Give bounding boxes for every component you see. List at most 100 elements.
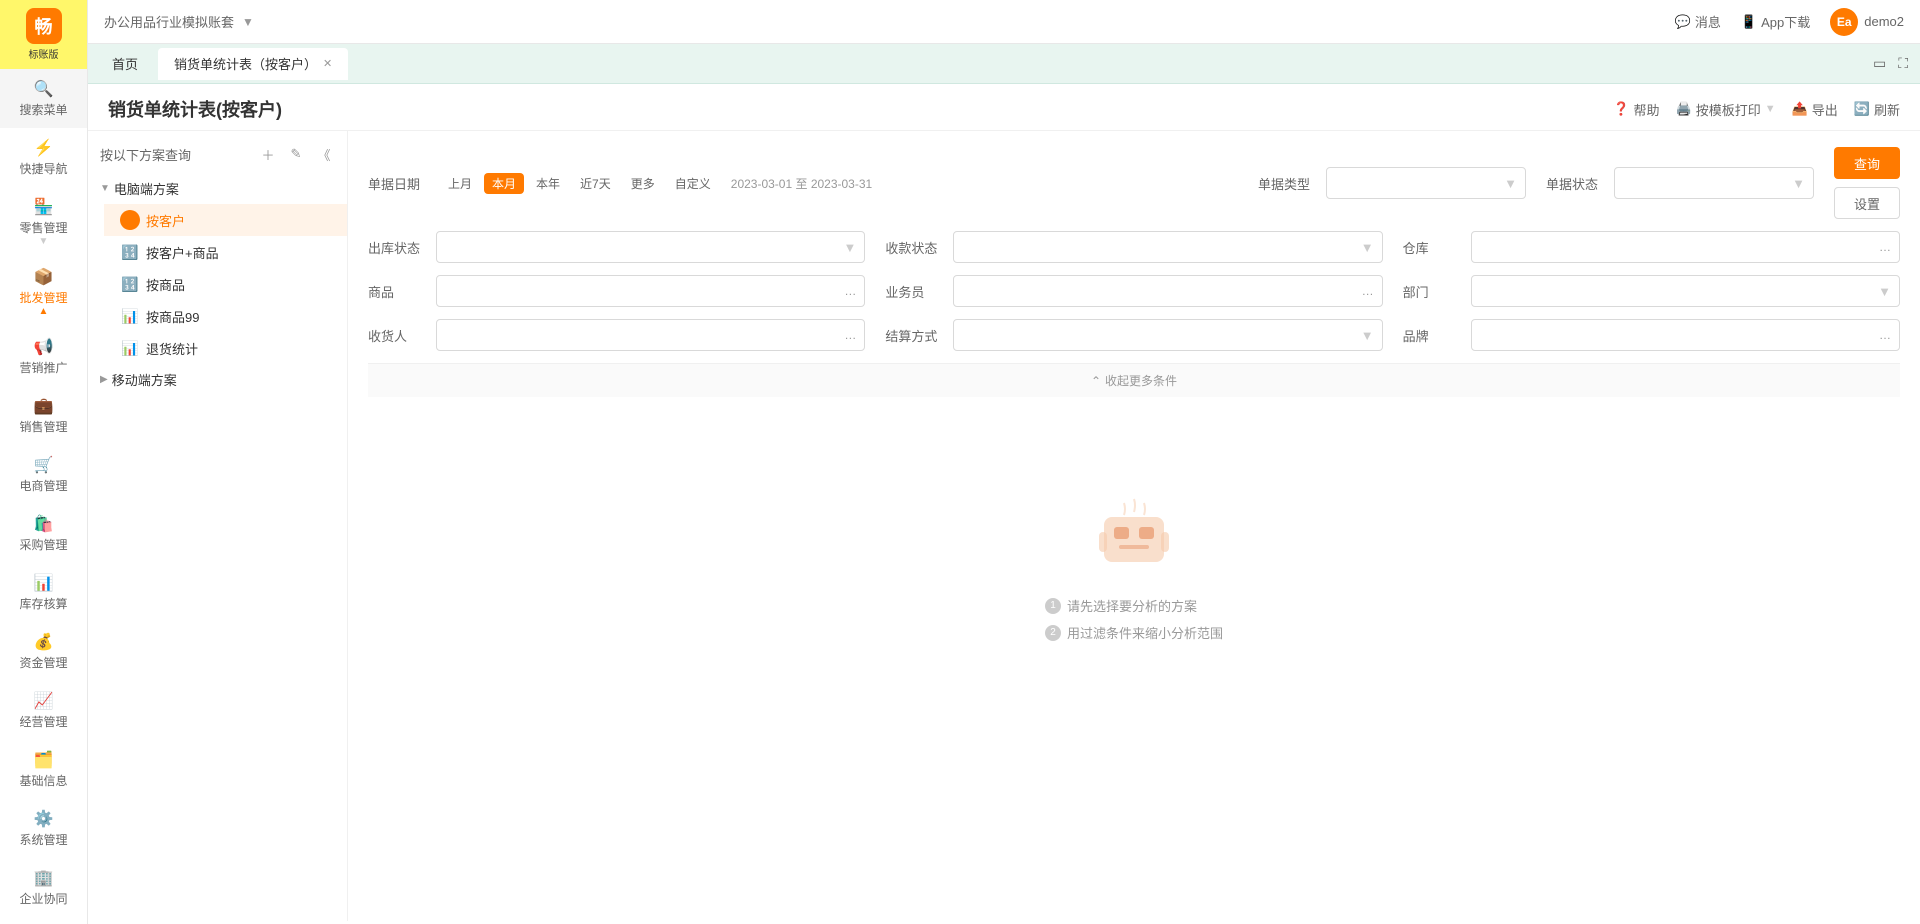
ecommerce-icon: 🛒 [34, 455, 54, 475]
payment-method-select[interactable]: ▼ [953, 319, 1382, 351]
goods-input[interactable]: … [436, 275, 865, 307]
filter-payment-method: 结算方式 ▼ [885, 319, 1382, 351]
salesperson-label: 业务员 [885, 282, 945, 301]
tab-sales-stat[interactable]: 销货单统计表（按客户） ✕ [158, 48, 348, 80]
tree-desktop: ▼ 电脑端方案 人 按客户 🔢 按客户+商品 [88, 173, 347, 364]
return-stat-icon: 📊 [120, 338, 140, 358]
search-icon: 🔍 [34, 79, 54, 99]
sidebar-item-quick-nav[interactable]: ⚡ 快捷导航 [0, 128, 87, 187]
date-tab-last7[interactable]: 近7天 [572, 173, 619, 194]
header-title: 办公用品行业模拟账套 [104, 12, 234, 31]
top-right-filters: 单据类型 ▼ 单据状态 [1258, 147, 1900, 219]
empty-tip-1: 1 请先选择要分析的方案 [1045, 596, 1223, 615]
date-tab-custom[interactable]: 自定义 [667, 173, 719, 194]
message-btn[interactable]: 💬 消息 [1675, 12, 1721, 31]
refresh-btn[interactable]: 🔄 刷新 [1854, 100, 1900, 119]
refresh-icon: 🔄 [1854, 101, 1870, 117]
tree-child-by-customer[interactable]: 人 按客户 [104, 204, 347, 236]
warehouse-input[interactable]: … [1471, 231, 1900, 263]
out-status-label: 出库状态 [368, 238, 428, 257]
system-icon: ⚙️ [34, 809, 54, 829]
sidebar-item-search[interactable]: 🔍 搜索菜单 [0, 69, 87, 128]
date-tab-this-year[interactable]: 本年 [528, 173, 568, 194]
sidebar-item-purchase[interactable]: 🛍️ 采购管理 [0, 504, 87, 563]
app-download-btn[interactable]: 📱 App下载 [1741, 12, 1810, 31]
sidebar-item-enterprise[interactable]: 🏢 企业协同 [0, 858, 87, 917]
tab-minimize-icon[interactable]: ▭ [1869, 51, 1890, 76]
doc-status-select[interactable]: ▼ [1614, 167, 1814, 199]
query-btn[interactable]: 查询 [1834, 147, 1900, 179]
tab-home[interactable]: 首页 [96, 48, 154, 80]
wholesale-icon: 📦 [34, 267, 54, 287]
help-icon: ❓ [1613, 101, 1629, 117]
payment-method-dropdown-icon: ▼ [1361, 328, 1374, 343]
filter-warehouse: 仓库 … [1403, 231, 1900, 263]
brand-input[interactable]: … [1471, 319, 1900, 351]
sidebar-item-retail[interactable]: 🏪 零售管理 ▼ [0, 187, 87, 257]
tree-parent-mobile[interactable]: ▶ 移动端方案 [88, 364, 347, 395]
collapse-left-btn[interactable]: 《 [313, 143, 335, 165]
sidebar-item-basic[interactable]: 🗂️ 基础信息 [0, 740, 87, 799]
receiver-label: 收货人 [368, 326, 428, 345]
template-print-btn[interactable]: 🖨️ 按模板打印 ▼ [1676, 100, 1776, 119]
doc-type-label: 单据类型 [1258, 174, 1318, 193]
sidebar-item-sales[interactable]: 💼 销售管理 [0, 386, 87, 445]
collapse-up-icon: ⌃ [1091, 374, 1101, 388]
page-actions: ❓ 帮助 🖨️ 按模板打印 ▼ 📤 导出 � [1613, 100, 1900, 119]
header-dropdown-icon[interactable]: ▼ [242, 15, 254, 29]
tab-bar: 首页 销货单统计表（按客户） ✕ ▭ ⛶ [88, 44, 1920, 84]
setting-btn[interactable]: 设置 [1834, 187, 1900, 219]
sidebar-item-finance[interactable]: 💰 资金管理 [0, 622, 87, 681]
out-status-select[interactable]: ▼ [436, 231, 865, 263]
payment-status-select[interactable]: ▼ [953, 231, 1382, 263]
tree-expand-icon: ▼ [100, 183, 110, 194]
message-icon: 💬 [1675, 14, 1691, 30]
tree-child-return-stat[interactable]: 📊 退货统计 [104, 332, 347, 364]
sidebar-item-newuser[interactable]: 🆕 新手引导 [0, 917, 87, 924]
date-tab-last-month[interactable]: 上月 [440, 173, 480, 194]
sidebar-item-inventory[interactable]: 📊 库存核算 [0, 563, 87, 622]
sidebar-item-operations[interactable]: 📈 经营管理 [0, 681, 87, 740]
doc-type-dropdown-icon: ▼ [1504, 176, 1517, 191]
department-select[interactable]: ▼ [1471, 275, 1900, 307]
empty-illustration [1074, 477, 1194, 580]
export-icon: 📤 [1792, 101, 1808, 117]
help-btn[interactable]: ❓ 帮助 [1613, 100, 1659, 119]
date-tab-more[interactable]: 更多 [623, 173, 663, 194]
payment-status-dropdown-icon: ▼ [1361, 240, 1374, 255]
quick-nav-icon: ⚡ [34, 138, 54, 158]
sidebar-item-wholesale[interactable]: 📦 批发管理 ▲ [0, 257, 87, 327]
tree-child-by-product99[interactable]: 📊 按商品99 [104, 300, 347, 332]
by-product-icon: 🔢 [120, 274, 140, 294]
receiver-more-icon: … [844, 328, 856, 342]
empty-tip-2: 2 用过滤条件来缩小分析范围 [1045, 623, 1223, 642]
print-icon: 🖨️ [1676, 101, 1692, 117]
edit-scheme-btn[interactable]: ✎ [285, 143, 307, 165]
sidebar-item-marketing[interactable]: 📢 营销推广 [0, 327, 87, 386]
out-status-dropdown-icon: ▼ [843, 240, 856, 255]
sidebar-item-ecommerce[interactable]: 🛒 电商管理 [0, 445, 87, 504]
tree-child-by-customer-product[interactable]: 🔢 按客户+商品 [104, 236, 347, 268]
user-area[interactable]: Ea demo2 [1830, 8, 1904, 36]
date-tab-this-month[interactable]: 本月 [484, 173, 524, 194]
page-header: 销货单统计表(按客户) ❓ 帮助 🖨️ 按模板打印 ▼ 📤 [88, 84, 1920, 131]
sidebar-menu: 🔍 搜索菜单 ⚡ 快捷导航 🏪 零售管理 ▼ 📦 批发管理 ▲ 📢 营销推广 [0, 69, 87, 924]
tab-close-icon[interactable]: ✕ [323, 57, 332, 70]
tree-mobile: ▶ 移动端方案 [88, 364, 347, 395]
by-customer-icon: 人 [120, 210, 140, 230]
doc-type-select[interactable]: ▼ [1326, 167, 1526, 199]
sidebar-item-system[interactable]: ⚙️ 系统管理 [0, 799, 87, 858]
filter-row3: 商品 … 业务员 … [368, 275, 1900, 307]
filter-salesperson: 业务员 … [885, 275, 1382, 307]
receiver-input[interactable]: … [436, 319, 865, 351]
export-btn[interactable]: 📤 导出 [1792, 100, 1838, 119]
tab-maximize-icon[interactable]: ⛶ [1894, 51, 1912, 76]
salesperson-input[interactable]: … [953, 275, 1382, 307]
add-scheme-btn[interactable]: ＋ [257, 143, 279, 165]
operations-icon: 📈 [34, 691, 54, 711]
sales-icon: 💼 [34, 396, 54, 416]
print-dropdown-icon: ▼ [1765, 103, 1776, 115]
tree-child-by-product[interactable]: 🔢 按商品 [104, 268, 347, 300]
tree-parent-desktop[interactable]: ▼ 电脑端方案 [88, 173, 347, 204]
collapse-bar[interactable]: ⌃ 收起更多条件 [368, 363, 1900, 397]
